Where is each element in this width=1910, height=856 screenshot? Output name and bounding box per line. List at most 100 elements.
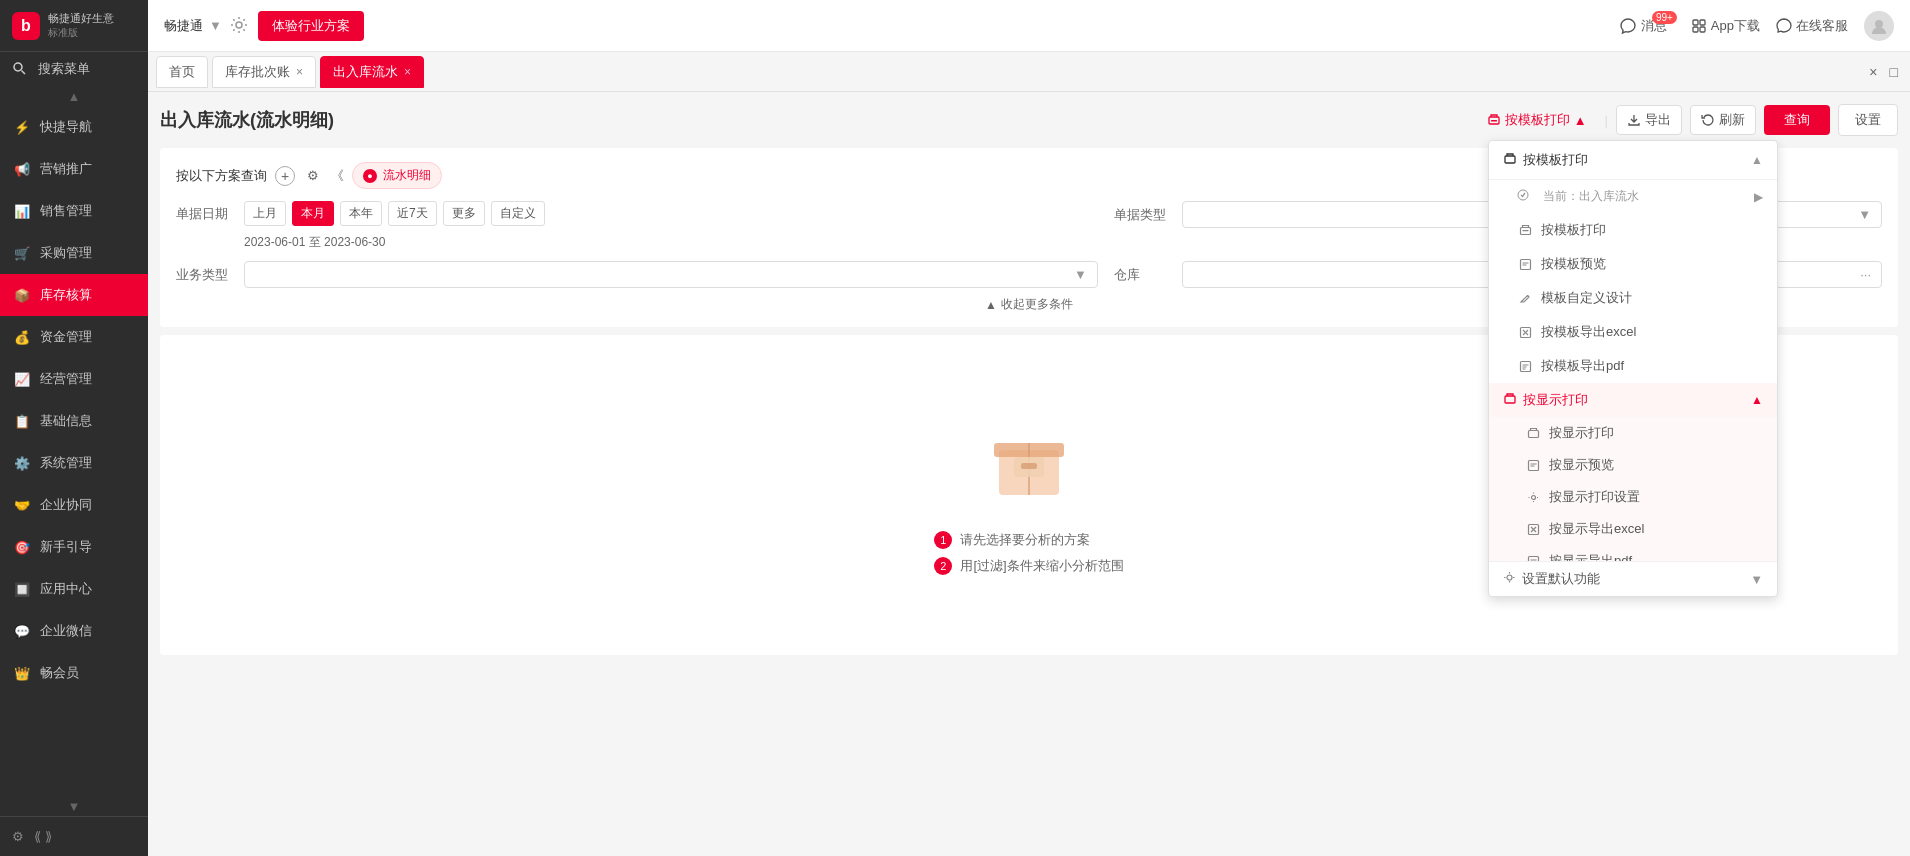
svg-line-1: [22, 70, 26, 74]
tab-flow[interactable]: 出入库流水 ×: [320, 56, 424, 88]
tab-maximize-btn[interactable]: □: [1886, 62, 1902, 82]
tab-close-all-btn[interactable]: ×: [1865, 62, 1881, 82]
tab-home[interactable]: 首页: [156, 56, 208, 88]
display-print-section: 按显示打印 ▲ 按显示打印: [1489, 383, 1777, 561]
settings-default-icon: [1503, 571, 1516, 587]
svg-point-2: [236, 22, 242, 28]
tab-batch-ledger-close[interactable]: ×: [296, 65, 303, 79]
dropdown-template-design[interactable]: 模板自定义设计: [1489, 281, 1777, 315]
business-type-field: 业务类型 ▼: [176, 261, 1098, 288]
current-arrow: ▶: [1754, 190, 1763, 204]
date-btn-this-year[interactable]: 本年: [340, 201, 382, 226]
dropdown-template-pdf[interactable]: 按模板导出pdf: [1489, 349, 1777, 383]
header-left: 畅捷通 ▼ 体验行业方案: [164, 11, 1607, 41]
marketing-icon: 📢: [12, 159, 32, 179]
sidebar-item-base-info[interactable]: 📋 基础信息: [0, 400, 148, 442]
template-design-icon: [1517, 290, 1533, 306]
export-btn[interactable]: 导出: [1616, 105, 1682, 135]
svg-rect-10: [1505, 156, 1515, 163]
step-2-text: 用[过滤]条件来缩小分析范围: [960, 557, 1123, 575]
quick-nav-label: 快捷导航: [40, 118, 92, 136]
dropdown-header[interactable]: 按模板打印 ▲: [1489, 141, 1777, 180]
step-1-text: 请先选择要分析的方案: [960, 531, 1090, 549]
svg-rect-22: [1528, 556, 1538, 561]
display-section-header[interactable]: 按显示打印 ▲: [1489, 383, 1777, 417]
settings-gear-btn[interactable]: [230, 16, 250, 36]
user-avatar[interactable]: [1864, 11, 1894, 41]
display-print-section-icon: [1503, 392, 1517, 409]
settings-btn[interactable]: 设置: [1838, 104, 1898, 136]
online-service-btn[interactable]: 在线客服: [1776, 17, 1848, 35]
inventory-icon: 📦: [12, 285, 32, 305]
business-type-select[interactable]: ▼: [244, 261, 1098, 288]
sidebar-item-app-center[interactable]: 🔲 应用中心: [0, 568, 148, 610]
membership-label: 畅会员: [40, 664, 79, 682]
main-area: 畅捷通 ▼ 体验行业方案 消息 99+ App下载 在线客服: [148, 0, 1910, 856]
date-btn-this-month[interactable]: 本月: [292, 201, 334, 226]
sidebar-collapse-btn[interactable]: ⟪ ⟫: [34, 829, 52, 844]
search-menu-item[interactable]: 搜索菜单: [0, 52, 148, 86]
user-dropdown-icon[interactable]: ▼: [209, 18, 222, 33]
sidebar-item-enterprise[interactable]: 🤝 企业协同: [0, 484, 148, 526]
dropdown-footer[interactable]: 设置默认功能 ▼: [1489, 561, 1777, 596]
sidebar-item-quick-nav[interactable]: ⚡ 快捷导航: [0, 106, 148, 148]
footer-arrow: ▼: [1750, 572, 1763, 587]
warehouse-more-icon[interactable]: ···: [1860, 267, 1871, 282]
app-download-label: App下载: [1711, 17, 1760, 35]
sidebar-scroll-down[interactable]: ▼: [0, 796, 148, 816]
print-icon: [1503, 152, 1517, 169]
display-excel-item[interactable]: 按显示导出excel: [1489, 513, 1777, 545]
finance-icon: 💰: [12, 327, 32, 347]
template-print-dropdown: 按模板打印 ▲ 当前：出入库流水 ▶: [1488, 140, 1778, 597]
date-btn-last-month[interactable]: 上月: [244, 201, 286, 226]
logo-text: 畅捷通好生意 标准版: [48, 11, 114, 40]
message-btn[interactable]: 消息 99+: [1619, 17, 1667, 35]
search-add-btn[interactable]: +: [275, 166, 295, 186]
page-header: 出入库流水(流水明细) 按模板打印 ▲ | 导出 刷新 查询 设置: [160, 104, 1898, 136]
date-btn-custom[interactable]: 自定义: [491, 201, 545, 226]
system-icon: ⚙️: [12, 453, 32, 473]
base-info-icon: 📋: [12, 411, 32, 431]
tab-batch-ledger[interactable]: 库存批次账 ×: [212, 56, 316, 88]
sidebar-item-inventory[interactable]: 📦 库存核算: [0, 274, 148, 316]
dropdown-template-preview[interactable]: 按模板预览: [1489, 247, 1777, 281]
sidebar-item-marketing[interactable]: 📢 营销推广: [0, 148, 148, 190]
dropdown-current[interactable]: 当前：出入库流水 ▶: [1489, 180, 1777, 213]
refresh-btn[interactable]: 刷新: [1690, 105, 1756, 135]
user-info[interactable]: 畅捷通 ▼: [164, 17, 222, 35]
sidebar-item-wechat[interactable]: 💬 企业微信: [0, 610, 148, 652]
date-btn-more[interactable]: 更多: [443, 201, 485, 226]
template-print-btn[interactable]: 按模板打印 ▲: [1477, 106, 1597, 134]
display-preview-item[interactable]: 按显示预览: [1489, 449, 1777, 481]
display-print-item[interactable]: 按显示打印: [1489, 417, 1777, 449]
display-print-settings-item[interactable]: 按显示打印设置: [1489, 481, 1777, 513]
svg-point-20: [1531, 495, 1535, 499]
sidebar-item-sales[interactable]: 📊 销售管理: [0, 190, 148, 232]
app-download-btn[interactable]: App下载: [1691, 17, 1760, 35]
filter-tag-0[interactable]: ● 流水明细: [352, 162, 442, 189]
display-pdf-item[interactable]: 按显示导出pdf: [1489, 545, 1777, 561]
query-btn[interactable]: 查询: [1764, 105, 1830, 135]
sidebar-settings-btn[interactable]: ⚙: [12, 829, 24, 844]
sidebar-item-system[interactable]: ⚙️ 系统管理: [0, 442, 148, 484]
warehouse-label: 仓库: [1114, 266, 1174, 284]
sidebar-item-membership[interactable]: 👑 畅会员: [0, 652, 148, 694]
guide-icon: 🎯: [12, 537, 32, 557]
search-settings-btn[interactable]: ⚙: [303, 166, 323, 186]
sidebar-item-operations[interactable]: 📈 经营管理: [0, 358, 148, 400]
date-btn-7days[interactable]: 近7天: [388, 201, 437, 226]
dropdown-template-excel[interactable]: 按模板导出excel: [1489, 315, 1777, 349]
search-collapse-arrows[interactable]: 《: [331, 167, 344, 185]
filter-tag-icon: ●: [363, 169, 377, 183]
finance-label: 资金管理: [40, 328, 92, 346]
search-icon: [12, 61, 32, 78]
sidebar-scroll-up[interactable]: ▲: [0, 86, 148, 106]
sidebar-item-purchase[interactable]: 🛒 采购管理: [0, 232, 148, 274]
trial-industry-btn[interactable]: 体验行业方案: [258, 11, 364, 41]
sidebar-item-finance[interactable]: 💰 资金管理: [0, 316, 148, 358]
sidebar-item-guide[interactable]: 🎯 新手引导: [0, 526, 148, 568]
svg-rect-3: [1693, 20, 1698, 25]
dropdown-template-print[interactable]: 按模板打印: [1489, 213, 1777, 247]
sales-label: 销售管理: [40, 202, 92, 220]
tab-flow-close[interactable]: ×: [404, 65, 411, 79]
